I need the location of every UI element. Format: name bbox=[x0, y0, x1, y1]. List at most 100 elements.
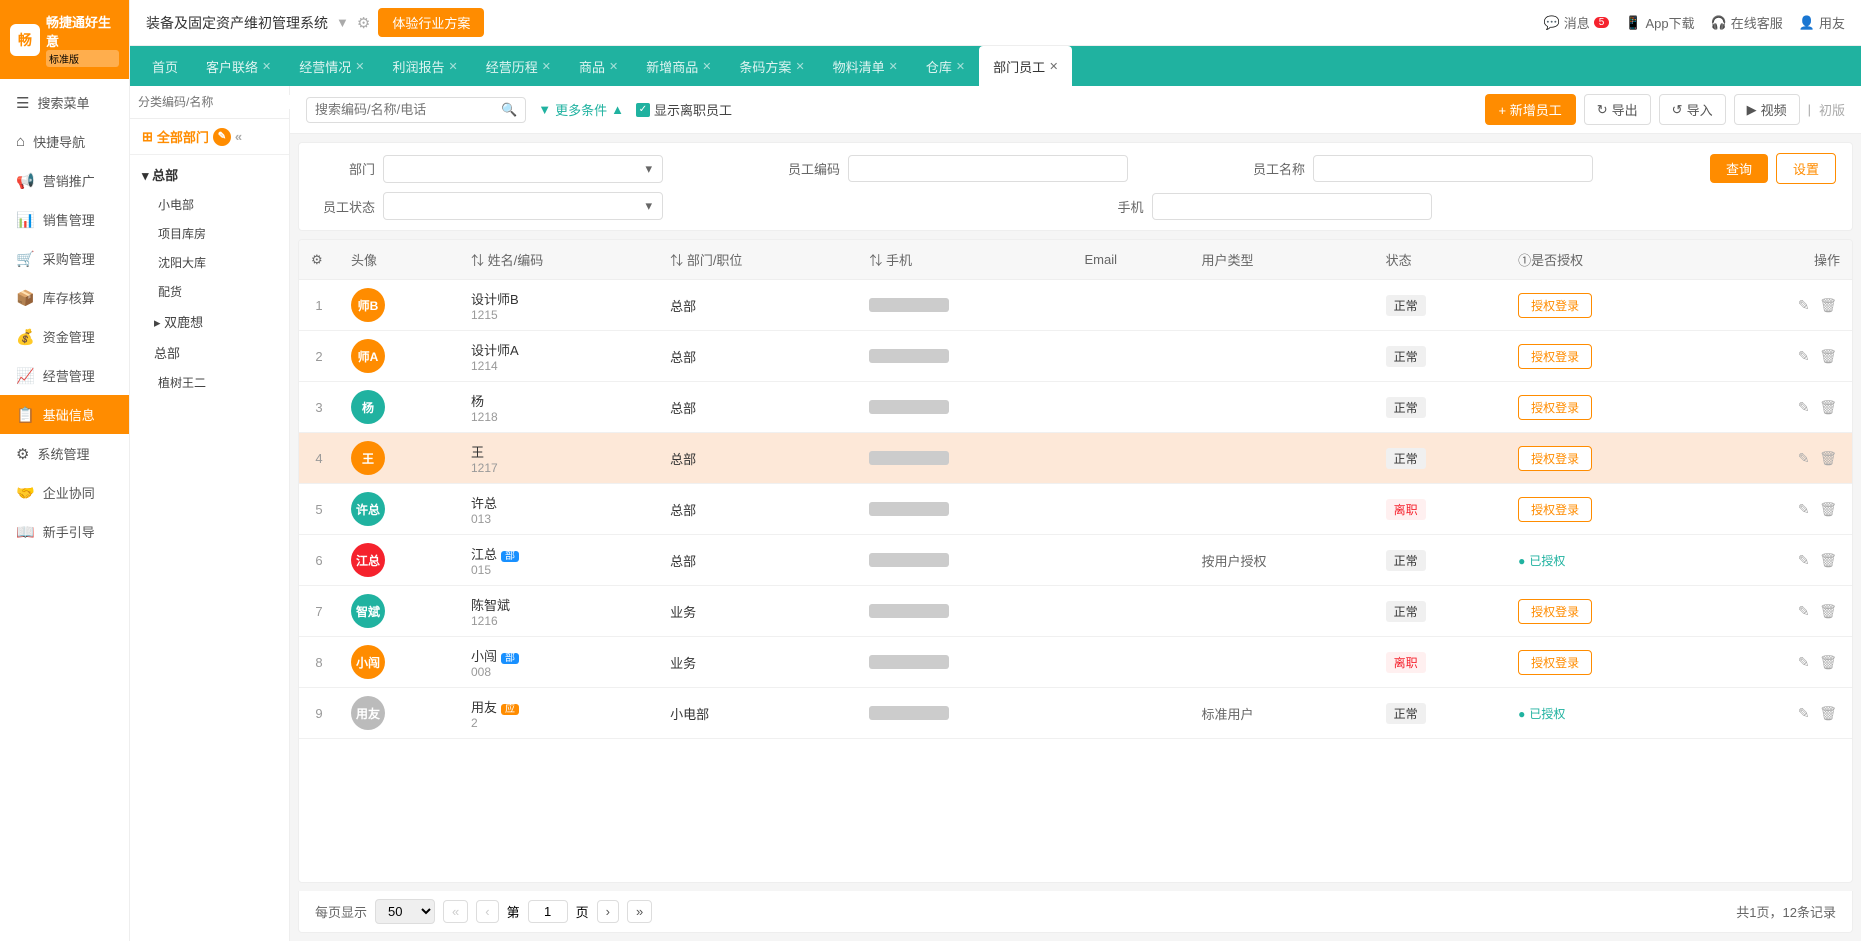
dept-collapse-icon[interactable]: « bbox=[235, 129, 242, 144]
tab-close-process[interactable]: ✕ bbox=[542, 60, 551, 73]
tab-process[interactable]: 经营历程 ✕ bbox=[472, 46, 565, 86]
more-filter-button[interactable]: ▼ 更多条件 ▲ bbox=[538, 100, 624, 119]
edit-button[interactable]: ✎ bbox=[1798, 297, 1810, 313]
delete-button[interactable]: 🗑 bbox=[1819, 501, 1837, 517]
page-number-input[interactable]: 1 bbox=[528, 900, 568, 923]
sidebar-item-purchase[interactable]: 🛒 采购管理 bbox=[0, 239, 129, 278]
tab-close-warehouse[interactable]: ✕ bbox=[956, 60, 965, 73]
dept-filter-select[interactable]: ▾ bbox=[383, 155, 663, 183]
message-button[interactable]: 💬 消息 5 bbox=[1544, 13, 1610, 32]
edit-button[interactable]: ✎ bbox=[1798, 705, 1810, 721]
col-phone[interactable]: ⇅ 手机 bbox=[857, 240, 1072, 280]
tab-materials[interactable]: 物料清单 ✕ bbox=[819, 46, 912, 86]
delete-button[interactable]: 🗑 bbox=[1819, 348, 1837, 364]
edit-button[interactable]: ✎ bbox=[1798, 348, 1810, 364]
auth-button[interactable]: 授权登录 bbox=[1518, 650, 1592, 675]
search-input[interactable] bbox=[315, 102, 495, 117]
tab-warehouse[interactable]: 仓库 ✕ bbox=[912, 46, 979, 86]
delete-button[interactable]: 🗑 bbox=[1819, 450, 1837, 466]
auth-button[interactable]: 授权登录 bbox=[1518, 344, 1592, 369]
settings-icon[interactable]: ⚙ bbox=[357, 14, 370, 32]
sidebar-item-quick[interactable]: ⌂ 快捷导航 bbox=[0, 122, 129, 161]
emp-code-input[interactable] bbox=[848, 155, 1128, 182]
edit-button[interactable]: ✎ bbox=[1798, 603, 1810, 619]
trial-button[interactable]: 体验行业方案 bbox=[378, 8, 484, 37]
dept-item-zonbu[interactable]: 总部 bbox=[130, 337, 289, 368]
app-download-button[interactable]: 📱 App下载 bbox=[1625, 13, 1694, 32]
delete-button[interactable]: 🗑 bbox=[1819, 705, 1837, 721]
tab-barcode[interactable]: 条码方案 ✕ bbox=[725, 46, 818, 86]
tab-home[interactable]: 首页 bbox=[138, 46, 192, 86]
online-service-button[interactable]: 🎧 在线客服 bbox=[1711, 13, 1783, 32]
edit-button[interactable]: ✎ bbox=[1798, 450, 1810, 466]
tab-close-goods[interactable]: ✕ bbox=[609, 60, 618, 73]
dept-item-zonbu-group[interactable]: ▾ 总部 bbox=[130, 159, 289, 190]
more-options-icon[interactable]: | bbox=[1808, 102, 1811, 117]
sidebar-item-system[interactable]: ⚙ 系统管理 bbox=[0, 434, 129, 473]
set-button[interactable]: 设置 bbox=[1776, 153, 1836, 184]
show-leave-checkbox[interactable]: ✓ 显示离职员工 bbox=[636, 100, 732, 119]
delete-button[interactable]: 🗑 bbox=[1819, 297, 1837, 313]
col-settings[interactable]: ⚙ bbox=[299, 240, 339, 280]
sidebar-item-guide[interactable]: 📖 新手引导 bbox=[0, 512, 129, 551]
add-employee-button[interactable]: + 新增员工 bbox=[1485, 94, 1576, 125]
dept-item-xiaodianbao[interactable]: 小电部 bbox=[130, 190, 289, 219]
delete-button[interactable]: 🗑 bbox=[1819, 654, 1837, 670]
delete-button[interactable]: 🗑 bbox=[1819, 603, 1837, 619]
sidebar-item-search[interactable]: ☰ 搜索菜单 bbox=[0, 83, 129, 122]
print-label[interactable]: 初版 bbox=[1819, 100, 1845, 119]
tab-close-customers[interactable]: ✕ bbox=[262, 60, 271, 73]
tab-close-profit[interactable]: ✕ bbox=[449, 60, 458, 73]
sidebar-item-finance[interactable]: 💰 资金管理 bbox=[0, 317, 129, 356]
tab-employees[interactable]: 部门员工 ✕ bbox=[979, 46, 1072, 86]
dept-item-peihuo[interactable]: 配货 bbox=[130, 277, 289, 306]
dept-search-input[interactable] bbox=[138, 95, 293, 109]
tab-goods[interactable]: 商品 ✕ bbox=[565, 46, 632, 86]
auth-button[interactable]: 授权登录 bbox=[1518, 395, 1592, 420]
tab-operations[interactable]: 经营情况 ✕ bbox=[285, 46, 378, 86]
dept-item-zhishu[interactable]: 植树王二 bbox=[130, 368, 289, 397]
import-button[interactable]: ↺ 导入 bbox=[1659, 94, 1726, 125]
col-dept[interactable]: ⇅ 部门/职位 bbox=[658, 240, 857, 280]
dept-edit-icon[interactable]: ✎ bbox=[213, 128, 231, 146]
tab-close-add-goods[interactable]: ✕ bbox=[702, 60, 711, 73]
col-name-code[interactable]: ⇅ 姓名/编码 bbox=[459, 240, 658, 280]
dept-item-xiangmukufang[interactable]: 项目库房 bbox=[130, 219, 289, 248]
last-page-button[interactable]: » bbox=[627, 900, 652, 923]
tab-close-employees[interactable]: ✕ bbox=[1049, 60, 1058, 73]
dept-item-shuanglu[interactable]: ▸ 双鹿想 bbox=[130, 306, 289, 337]
tab-add-goods[interactable]: 新增商品 ✕ bbox=[632, 46, 725, 86]
auth-button[interactable]: 授权登录 bbox=[1518, 599, 1592, 624]
auth-button[interactable]: 授权登录 bbox=[1518, 293, 1592, 318]
auth-button[interactable]: 授权登录 bbox=[1518, 497, 1592, 522]
delete-button[interactable]: 🗑 bbox=[1819, 399, 1837, 415]
delete-button[interactable]: 🗑 bbox=[1819, 552, 1837, 568]
next-page-button[interactable]: › bbox=[597, 900, 619, 923]
emp-status-select[interactable]: ▾ bbox=[383, 192, 663, 220]
sidebar-item-ops[interactable]: 📈 经营管理 bbox=[0, 356, 129, 395]
tab-close-operations[interactable]: ✕ bbox=[355, 60, 364, 73]
dept-all-header[interactable]: ⊞ 全部部门 ✎ « bbox=[130, 119, 289, 155]
dropdown-icon[interactable]: ▼ bbox=[336, 15, 349, 30]
emp-name-input[interactable] bbox=[1313, 155, 1593, 182]
query-button[interactable]: 查询 bbox=[1710, 154, 1768, 183]
sidebar-item-sales[interactable]: 📊 销售管理 bbox=[0, 200, 129, 239]
edit-button[interactable]: ✎ bbox=[1798, 399, 1810, 415]
prev-page-button[interactable]: ‹ bbox=[476, 900, 498, 923]
dept-item-shenyang[interactable]: 沈阳大库 bbox=[130, 248, 289, 277]
tab-close-barcode[interactable]: ✕ bbox=[795, 60, 804, 73]
tab-profit[interactable]: 利润报告 ✕ bbox=[378, 46, 471, 86]
sidebar-item-inventory[interactable]: 📦 库存核算 bbox=[0, 278, 129, 317]
tab-customers[interactable]: 客户联络 ✕ bbox=[192, 46, 285, 86]
tab-close-materials[interactable]: ✕ bbox=[889, 60, 898, 73]
view-button[interactable]: ▶ 视频 bbox=[1734, 94, 1800, 125]
page-size-select[interactable]: 50 100 200 bbox=[375, 899, 435, 924]
sidebar-item-basic[interactable]: 📋 基础信息 bbox=[0, 395, 129, 434]
edit-button[interactable]: ✎ bbox=[1798, 501, 1810, 517]
sidebar-item-collab[interactable]: 🤝 企业协同 bbox=[0, 473, 129, 512]
phone-input[interactable] bbox=[1152, 193, 1432, 220]
first-page-button[interactable]: « bbox=[443, 900, 468, 923]
sidebar-item-marketing[interactable]: 📢 营销推广 bbox=[0, 161, 129, 200]
user-menu[interactable]: 👤 用友 bbox=[1799, 13, 1845, 32]
search-icon[interactable]: 🔍 bbox=[501, 102, 517, 118]
